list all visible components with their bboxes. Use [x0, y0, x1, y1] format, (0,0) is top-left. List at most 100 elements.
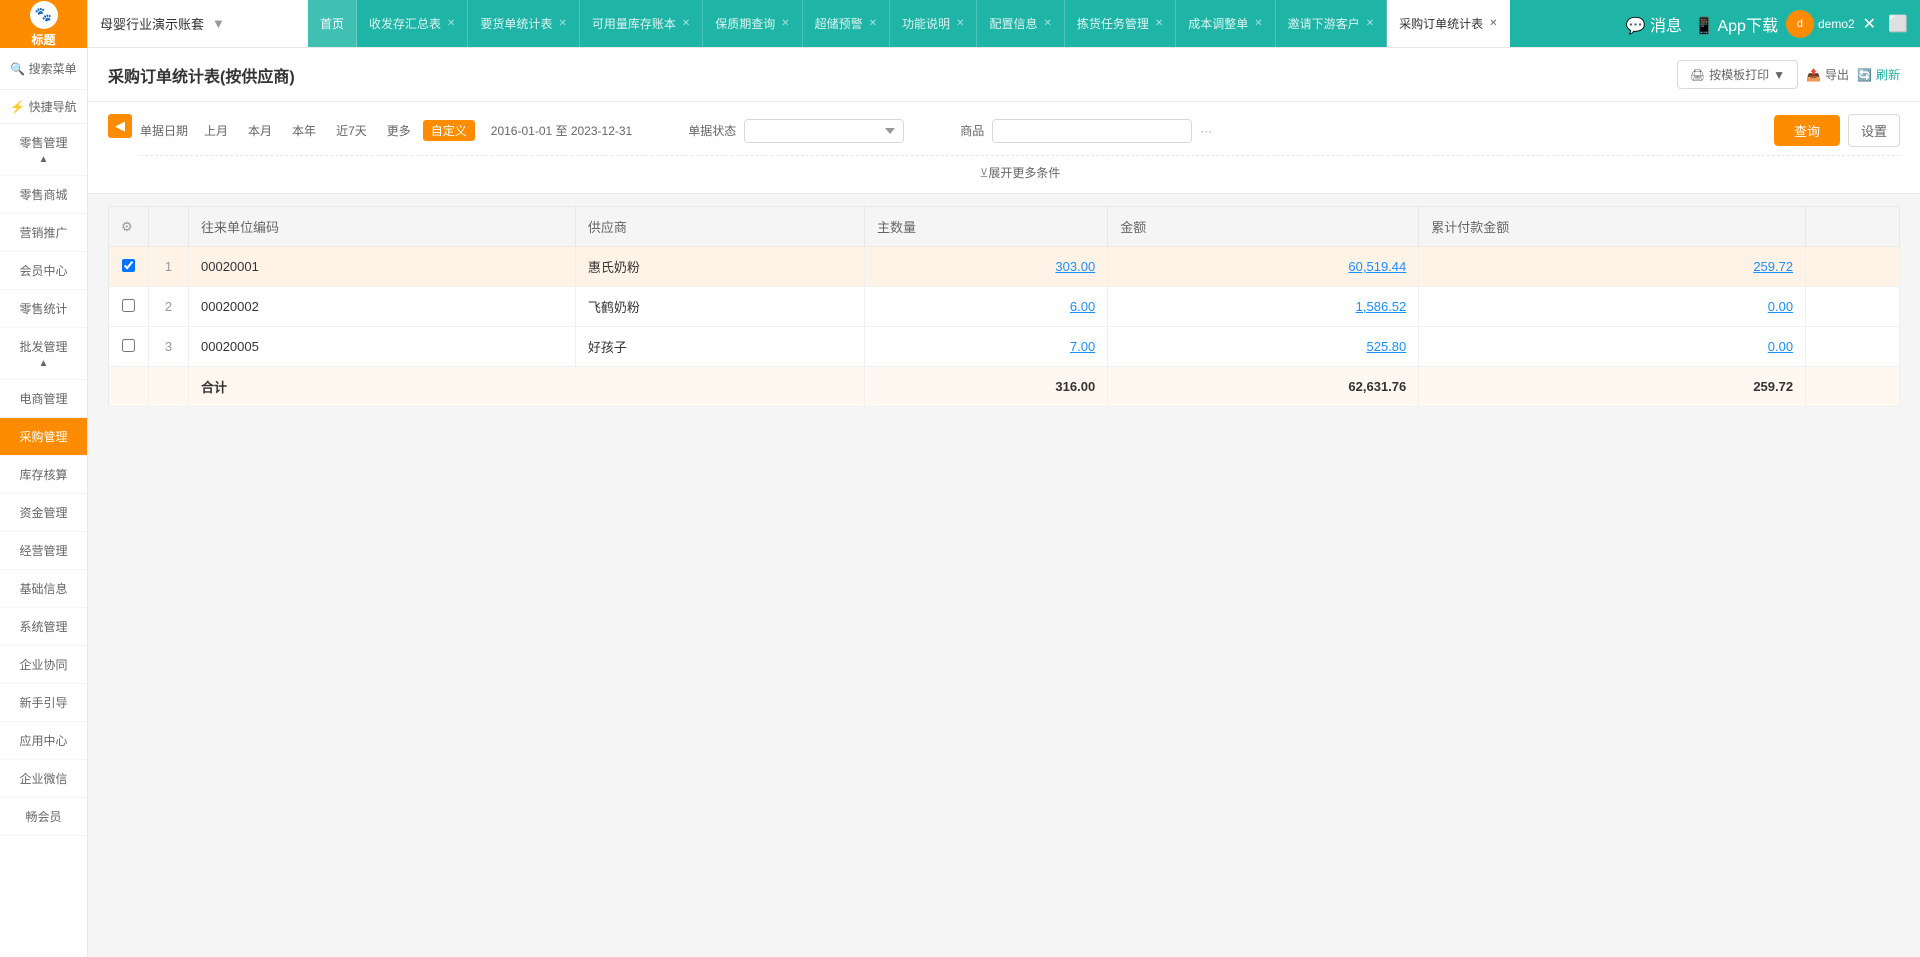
row-main-qty[interactable]: 7.00: [865, 327, 1108, 367]
nav-item-label: 新手引导: [19, 694, 67, 711]
sidebar-item-system[interactable]: 系统管理: [0, 608, 87, 646]
row-main-qty[interactable]: 303.00: [865, 247, 1108, 287]
refresh-button[interactable]: 🔄 刷新: [1857, 66, 1900, 83]
tab-close-btn[interactable]: ✕: [956, 18, 964, 29]
row-main-qty[interactable]: 6.00: [865, 287, 1108, 327]
row-amount[interactable]: 1,586.52: [1108, 287, 1419, 327]
tab-cost-adjust[interactable]: 成本调整单 ✕: [1176, 0, 1275, 47]
nav-item-label: 营销推广: [19, 224, 67, 241]
goods-more-icon[interactable]: ···: [1200, 124, 1212, 138]
row-supplier-name: 惠氏奶粉: [575, 247, 864, 287]
sidebar-item-retail-mgmt[interactable]: 零售管理▲: [0, 124, 87, 176]
tab-close-btn[interactable]: ✕: [1489, 18, 1497, 29]
sidebar-item-marketing[interactable]: 营销推广: [0, 214, 87, 252]
workspace-name: 母婴行业演示账套: [100, 14, 204, 33]
workspace-selector[interactable]: 母婴行业演示账套 ▼: [88, 14, 308, 33]
tab-close-btn[interactable]: ✕: [869, 18, 877, 29]
row-extra: [1806, 327, 1900, 367]
row-checkbox[interactable]: [109, 247, 149, 287]
settings-button[interactable]: 设置: [1848, 114, 1900, 147]
sidebar-item-basic-info[interactable]: 基础信息: [0, 570, 87, 608]
sidebar-item-member[interactable]: 会员中心: [0, 252, 87, 290]
tab-goods-summary[interactable]: 要货单统计表✕: [468, 0, 579, 47]
goods-input[interactable]: [992, 119, 1192, 143]
sidebar-item-inventory[interactable]: 库存核算: [0, 456, 87, 494]
expand-more-button[interactable]: 展开更多条件: [988, 164, 1060, 181]
sidebar-item-ecommerce[interactable]: 电商管理: [0, 380, 87, 418]
tab-stocking-task[interactable]: 拣货任务管理✕: [1065, 0, 1176, 47]
table-row[interactable]: 1 00020001 惠氏奶粉 303.00 60,519.44 259.72: [109, 247, 1900, 287]
tab-close-btn[interactable]: ✕: [682, 18, 690, 29]
tab-home[interactable]: 首页: [308, 0, 357, 47]
tab-purchase-summary[interactable]: 采购订单统计表✕: [1387, 0, 1510, 47]
row-checkbox[interactable]: [109, 287, 149, 327]
topbar-actions: 💬 消息 📱 App下载 d demo2 ✕ ⬜: [1614, 0, 1920, 47]
table-row[interactable]: 3 00020005 好孩子 7.00 525.80 0.00: [109, 327, 1900, 367]
quick-nav-button[interactable]: ⚡ 快捷导航: [6, 94, 81, 119]
last-month-btn[interactable]: 上月: [196, 120, 236, 141]
sidebar-item-new-guide[interactable]: 新手引导: [0, 684, 87, 722]
tab-inventory-book[interactable]: 可用量库存账本✕: [580, 0, 703, 47]
row-paid-amount[interactable]: 259.72: [1419, 247, 1806, 287]
table-row[interactable]: 2 00020002 飞鹤奶粉 6.00 1,586.52 0.00: [109, 287, 1900, 327]
tab-func-desc[interactable]: 功能说明✕: [890, 0, 977, 47]
tab-close-btn[interactable]: ✕: [1254, 18, 1262, 29]
sidebar-item-wholesale[interactable]: 批发管理▲: [0, 328, 87, 380]
page-title: 采购订单统计表(按供应商): [108, 63, 295, 87]
sidebar-item-finance[interactable]: 资金管理: [0, 494, 87, 532]
tab-close-btn[interactable]: ✕: [781, 18, 789, 29]
tab-close-btn[interactable]: ✕: [1155, 18, 1163, 29]
tab-label: 成本调整单: [1188, 15, 1248, 32]
goods-filter: 商品 ···: [960, 119, 1212, 143]
avatar-initials: d: [1797, 18, 1803, 30]
tab-config-info[interactable]: 配置信息✕: [977, 0, 1064, 47]
sidebar-item-purchase[interactable]: 采购管理: [0, 418, 87, 456]
restore-window-button[interactable]: ⬜: [1884, 10, 1912, 38]
last-7days-btn[interactable]: 近7天: [328, 120, 375, 141]
table-footer-row: 合计 316.00 62,631.76 259.72: [109, 367, 1900, 407]
tab-close-btn[interactable]: ✕: [1043, 18, 1051, 29]
close-window-button[interactable]: ✕: [1859, 10, 1880, 38]
export-button[interactable]: 📤 导出: [1806, 66, 1849, 83]
tab-label: 邀请下游客户: [1288, 15, 1360, 32]
sidebar-item-app-center[interactable]: 应用中心: [0, 722, 87, 760]
this-year-btn[interactable]: 本年: [284, 120, 324, 141]
status-select[interactable]: [744, 119, 904, 143]
tab-overstock[interactable]: 超储预警✕: [803, 0, 890, 47]
row-number: 1: [149, 247, 189, 287]
row-amount[interactable]: 525.80: [1108, 327, 1419, 367]
query-button[interactable]: 查询: [1774, 115, 1840, 146]
sidebar-item-retail-stats[interactable]: 零售统计: [0, 290, 87, 328]
sidebar-item-enterprise[interactable]: 企业协同: [0, 646, 87, 684]
tab-shelf-life[interactable]: 保质期查询✕: [703, 0, 802, 47]
row-number: 3: [149, 327, 189, 367]
settings-icon[interactable]: ⚙: [121, 219, 133, 234]
sidebar-item-retail-mall[interactable]: 零售商城: [0, 176, 87, 214]
row-amount[interactable]: 60,519.44: [1108, 247, 1419, 287]
print-button[interactable]: 🖨 按模板打印 ▼: [1677, 60, 1798, 89]
row-checkbox[interactable]: [109, 327, 149, 367]
tab-close-btn[interactable]: ✕: [558, 18, 566, 29]
sidebar-item-member2[interactable]: 畅会员: [0, 798, 87, 836]
user-avatar[interactable]: d: [1786, 10, 1814, 38]
tab-collect-summary[interactable]: 收发存汇总表✕: [357, 0, 468, 47]
row-paid-amount[interactable]: 0.00: [1419, 287, 1806, 327]
footer-label: 合计: [189, 367, 865, 407]
custom-date-tag[interactable]: 自定义: [423, 120, 475, 141]
tab-close-btn[interactable]: ✕: [447, 18, 455, 29]
tab-invite-downstream[interactable]: 邀请下游客户 ✕: [1276, 0, 1387, 47]
sidebar-item-operations[interactable]: 经营管理: [0, 532, 87, 570]
this-month-btn[interactable]: 本月: [240, 120, 280, 141]
nav-item-label: 经营管理: [19, 542, 67, 559]
more-dates-btn[interactable]: 更多: [379, 120, 419, 141]
app-download-button[interactable]: 📱 App下载: [1690, 8, 1782, 40]
message-button[interactable]: 💬 消息: [1622, 8, 1686, 40]
col-supplier-code: 往来单位编码: [189, 207, 576, 247]
search-menu-button[interactable]: 🔍 搜索菜单: [6, 56, 81, 81]
col-main-qty: 主数量: [865, 207, 1108, 247]
row-extra: [1806, 247, 1900, 287]
row-paid-amount[interactable]: 0.00: [1419, 327, 1806, 367]
sidebar-item-corp-wechat[interactable]: 企业微信: [0, 760, 87, 798]
expand-filter-button[interactable]: ◀: [108, 114, 132, 138]
tab-close-btn[interactable]: ✕: [1366, 18, 1374, 29]
